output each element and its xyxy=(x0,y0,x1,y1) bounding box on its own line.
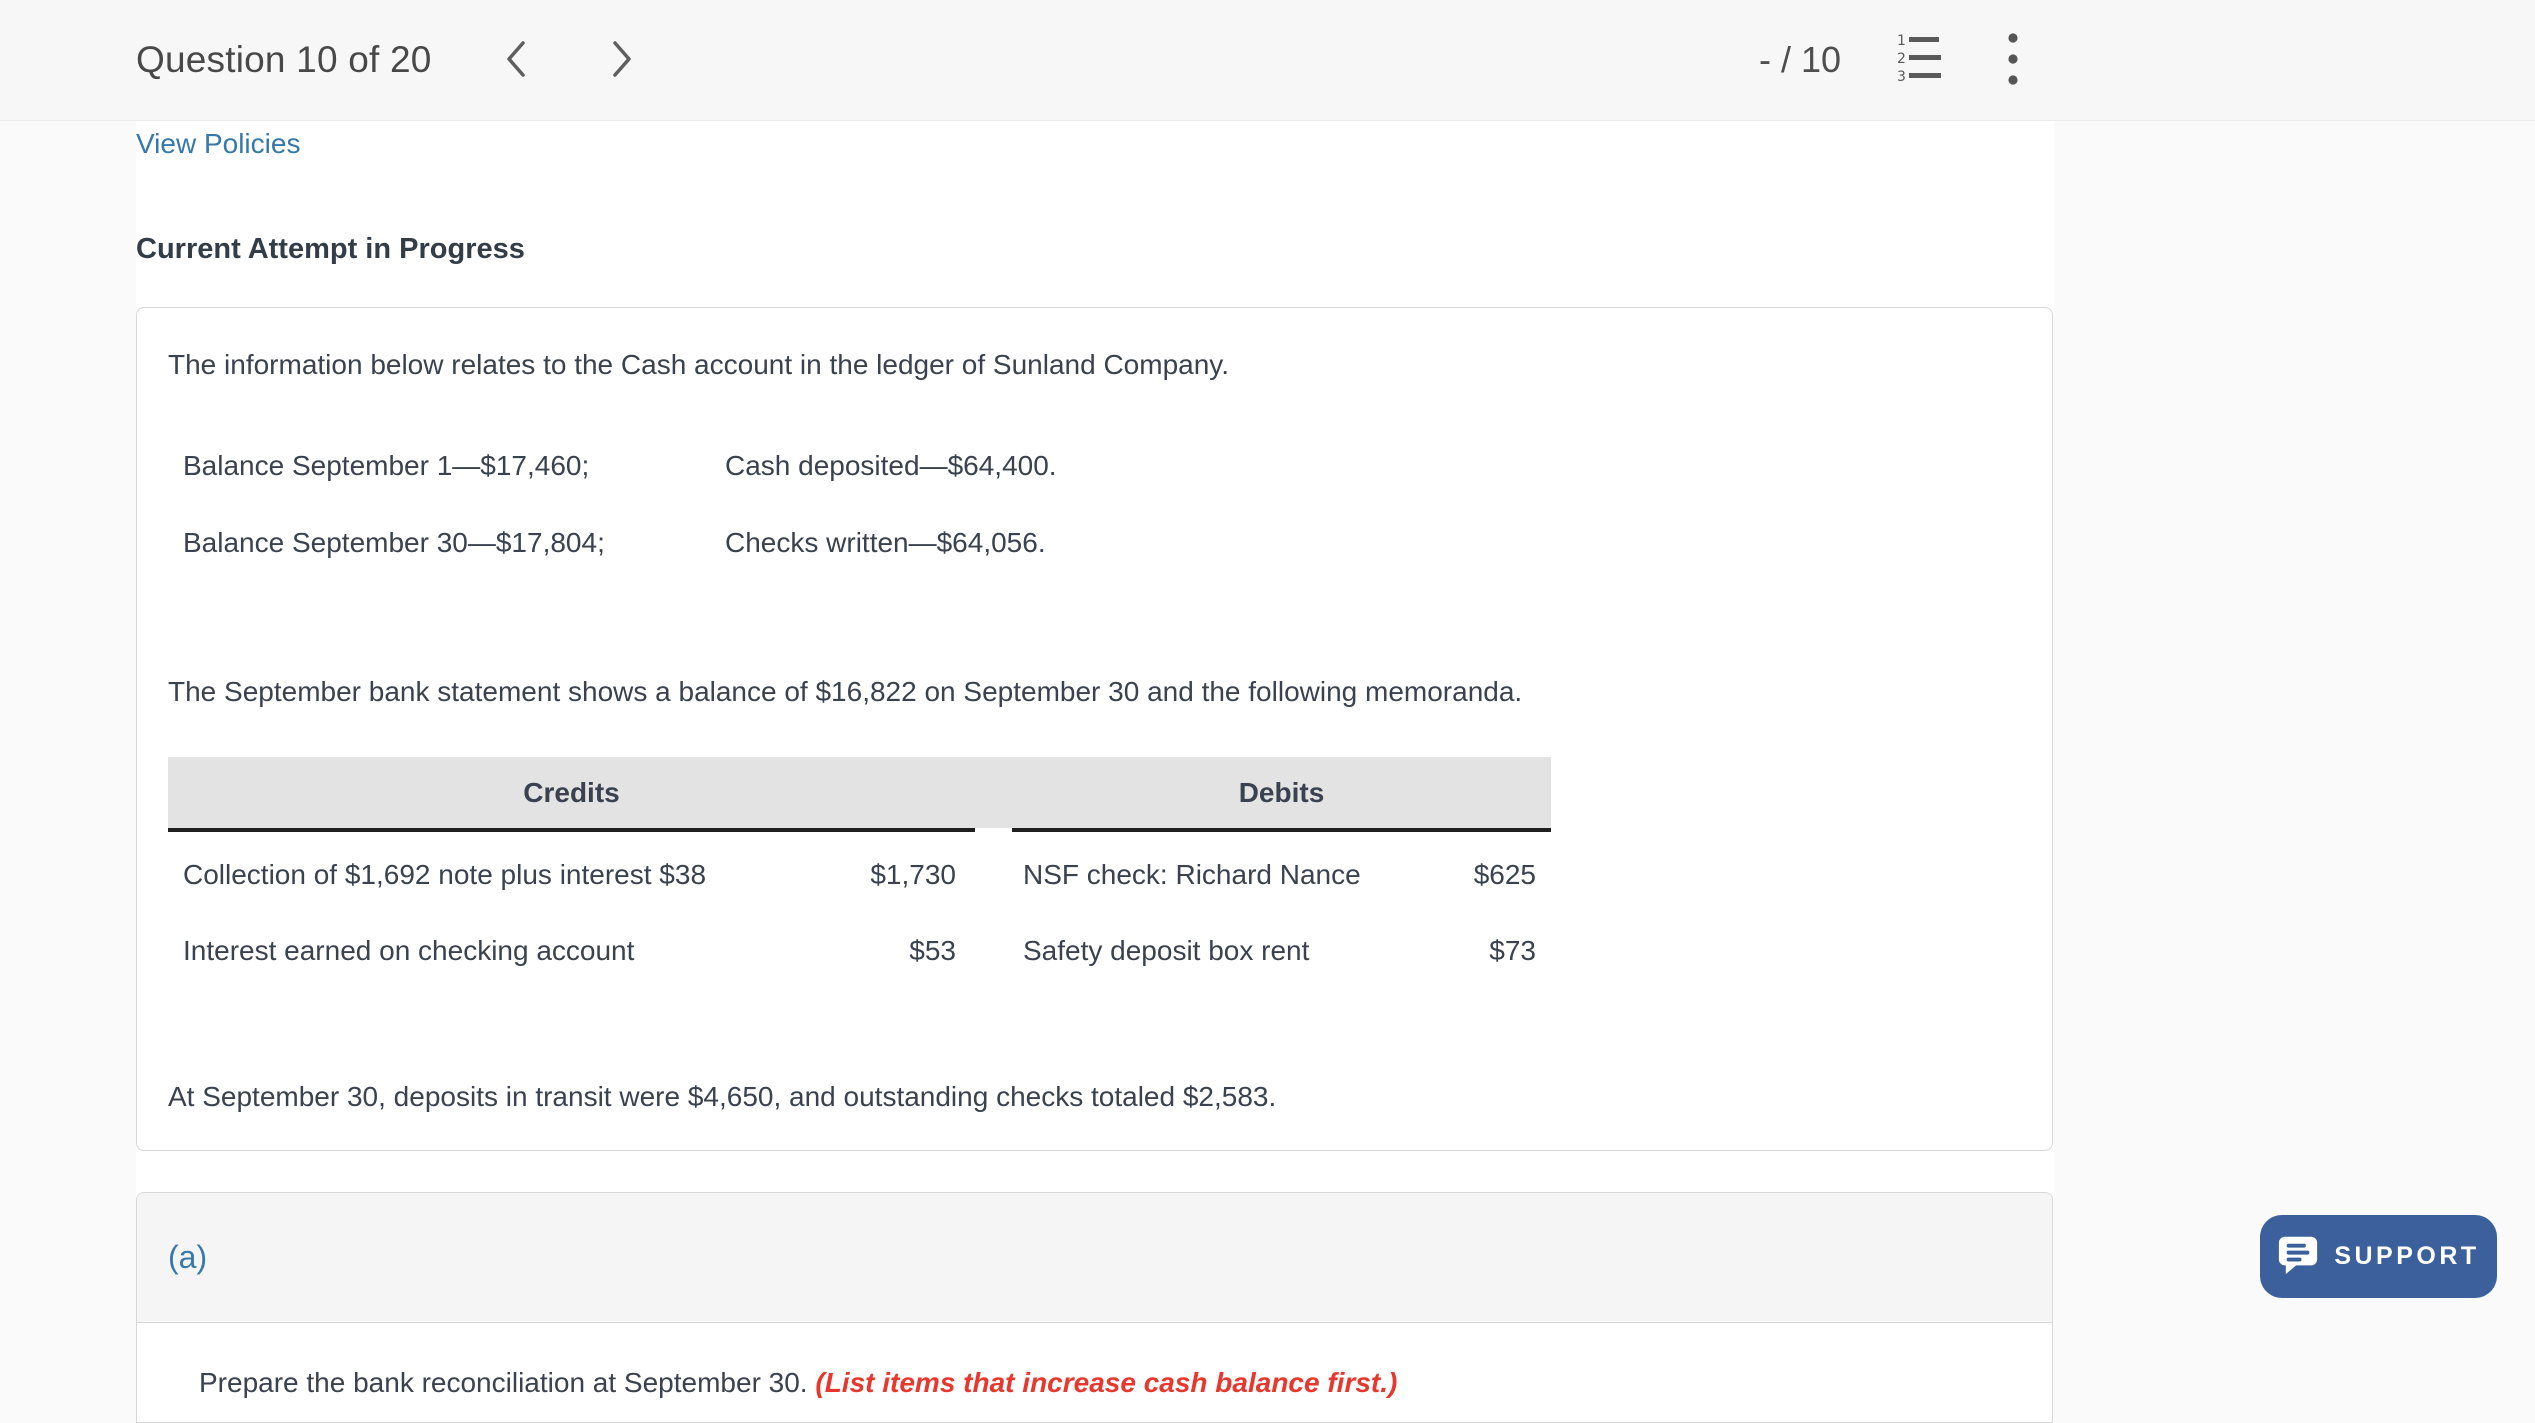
debit-desc-2: Safety deposit box rent xyxy=(1023,935,1310,966)
memoranda-table: Credits Debits Collection of $1,692 note… xyxy=(168,757,1551,969)
more-options-button[interactable] xyxy=(2007,31,2019,90)
debits-column-header: Debits xyxy=(1012,757,1551,832)
question-header: Question 10 of 20 - / 10 1 2 3 xyxy=(0,0,2535,121)
question-list-button[interactable]: 1 2 3 xyxy=(1897,33,1941,88)
bank-statement-text: The September bank statement shows a bal… xyxy=(168,676,1523,707)
credit-entry-2: Interest earned on checking account $53 xyxy=(168,933,975,969)
memoranda-table-header: Credits Debits xyxy=(168,757,1551,832)
svg-text:3: 3 xyxy=(1897,69,1906,85)
credit-entry-1: Collection of $1,692 note plus interest … xyxy=(168,857,975,893)
part-a-prompt: Prepare the bank reconciliation at Septe… xyxy=(199,1367,816,1398)
credit-desc-1: Collection of $1,692 note plus interest … xyxy=(183,859,707,890)
debit-amount-1: $625 xyxy=(1473,859,1536,890)
table-column-gap xyxy=(975,933,1012,969)
table-row: Collection of $1,692 note plus interest … xyxy=(168,857,1551,893)
score-display: - / 10 xyxy=(1758,39,1841,80)
part-a-body: Prepare the bank reconciliation at Septe… xyxy=(137,1323,2052,1399)
kebab-menu-icon xyxy=(2007,31,2019,90)
svg-text:2: 2 xyxy=(1897,51,1906,67)
debit-entry-1: NSF check: Richard Nance $625 xyxy=(1012,857,1551,893)
chevron-left-icon xyxy=(505,39,527,82)
credits-column-header: Credits xyxy=(168,757,975,832)
credit-amount-1: $1,730 xyxy=(870,859,956,890)
current-attempt-heading: Current Attempt in Progress xyxy=(136,233,525,265)
credit-amount-2: $53 xyxy=(909,935,956,966)
debit-amount-2: $73 xyxy=(1489,935,1536,966)
part-a-label: (a) xyxy=(168,1239,208,1275)
svg-text:1: 1 xyxy=(1897,33,1906,49)
chevron-right-icon xyxy=(611,39,633,82)
balance-sept30: Balance September 30—$17,804; xyxy=(183,527,605,558)
previous-question-button[interactable] xyxy=(494,30,538,90)
support-button[interactable]: SUPPORT xyxy=(2260,1215,2497,1298)
debit-entry-2: Safety deposit box rent $73 xyxy=(1012,933,1551,969)
part-a-accordion-header[interactable]: (a) xyxy=(137,1193,2052,1323)
view-policies-link[interactable]: View Policies xyxy=(136,129,300,159)
part-a-prompt-emphasis: (List items that increase cash balance f… xyxy=(815,1367,1398,1398)
support-button-label: SUPPORT xyxy=(2334,1242,2480,1270)
checks-written: Checks written—$64,056. xyxy=(725,527,1046,558)
ordered-list-icon: 1 2 3 xyxy=(1897,33,1941,88)
question-intro-text: The information below relates to the Cas… xyxy=(168,349,1229,380)
cash-deposited: Cash deposited—$64,400. xyxy=(725,450,1057,481)
credit-desc-2: Interest earned on checking account xyxy=(183,935,635,966)
debit-desc-1: NSF check: Richard Nance xyxy=(1023,859,1361,890)
transit-note-text: At September 30, deposits in transit wer… xyxy=(168,1081,1277,1112)
cash-balances-block: Balance September 1—$17,460; Cash deposi… xyxy=(183,446,1057,563)
question-title: Question 10 of 20 xyxy=(136,39,432,80)
table-header-gap xyxy=(975,757,1012,828)
chat-bubble-icon xyxy=(2277,1235,2319,1278)
question-content-area: View Policies Current Attempt in Progres… xyxy=(136,121,2054,1423)
part-a-card: (a) Prepare the bank reconciliation at S… xyxy=(136,1192,2053,1423)
next-question-button[interactable] xyxy=(600,30,644,90)
table-row: Interest earned on checking account $53 … xyxy=(168,933,1551,969)
balance-sept1: Balance September 1—$17,460; xyxy=(183,450,590,481)
table-column-gap xyxy=(975,857,1012,893)
question-card: The information below relates to the Cas… xyxy=(136,307,2053,1151)
